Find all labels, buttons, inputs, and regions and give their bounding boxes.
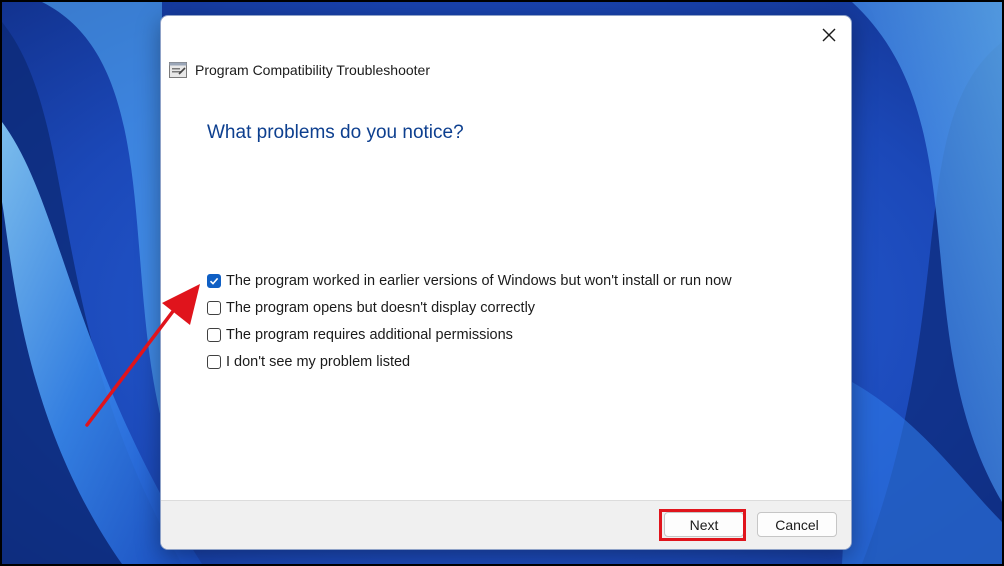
- close-icon: [822, 28, 836, 42]
- page-heading: What problems do you notice?: [207, 122, 464, 143]
- dialog-title-row: Program Compatibility Troubleshooter: [169, 62, 430, 78]
- dialog-footer: Next Cancel: [161, 500, 851, 549]
- option-label: I don't see my problem listed: [226, 353, 411, 370]
- problem-options-list: The program worked in earlier versions o…: [207, 267, 732, 375]
- checkbox-display-incorrectly[interactable]: [207, 300, 221, 315]
- option-label: The program worked in earlier versions o…: [226, 272, 732, 289]
- screenshot-frame: Program Compatibility Troubleshooter Wha…: [0, 0, 1004, 566]
- checkbox-earlier-versions[interactable]: [207, 273, 221, 288]
- troubleshooter-app-icon: [169, 62, 187, 78]
- option-label: The program opens but doesn't display co…: [226, 299, 536, 316]
- option-earlier-versions[interactable]: The program worked in earlier versions o…: [207, 267, 732, 294]
- option-additional-permissions[interactable]: The program requires additional permissi…: [207, 321, 732, 348]
- option-label: The program requires additional permissi…: [226, 326, 513, 343]
- close-button[interactable]: [815, 22, 843, 48]
- next-button[interactable]: Next: [664, 512, 744, 537]
- checkmark-icon: [209, 277, 219, 285]
- dialog-title: Program Compatibility Troubleshooter: [195, 62, 430, 78]
- option-display-incorrectly[interactable]: The program opens but doesn't display co…: [207, 294, 732, 321]
- cancel-button[interactable]: Cancel: [757, 512, 837, 537]
- checkbox-additional-permissions[interactable]: [207, 327, 221, 342]
- option-problem-not-listed[interactable]: I don't see my problem listed: [207, 348, 732, 375]
- checkbox-problem-not-listed[interactable]: [207, 354, 221, 369]
- troubleshooter-dialog: Program Compatibility Troubleshooter Wha…: [160, 15, 852, 550]
